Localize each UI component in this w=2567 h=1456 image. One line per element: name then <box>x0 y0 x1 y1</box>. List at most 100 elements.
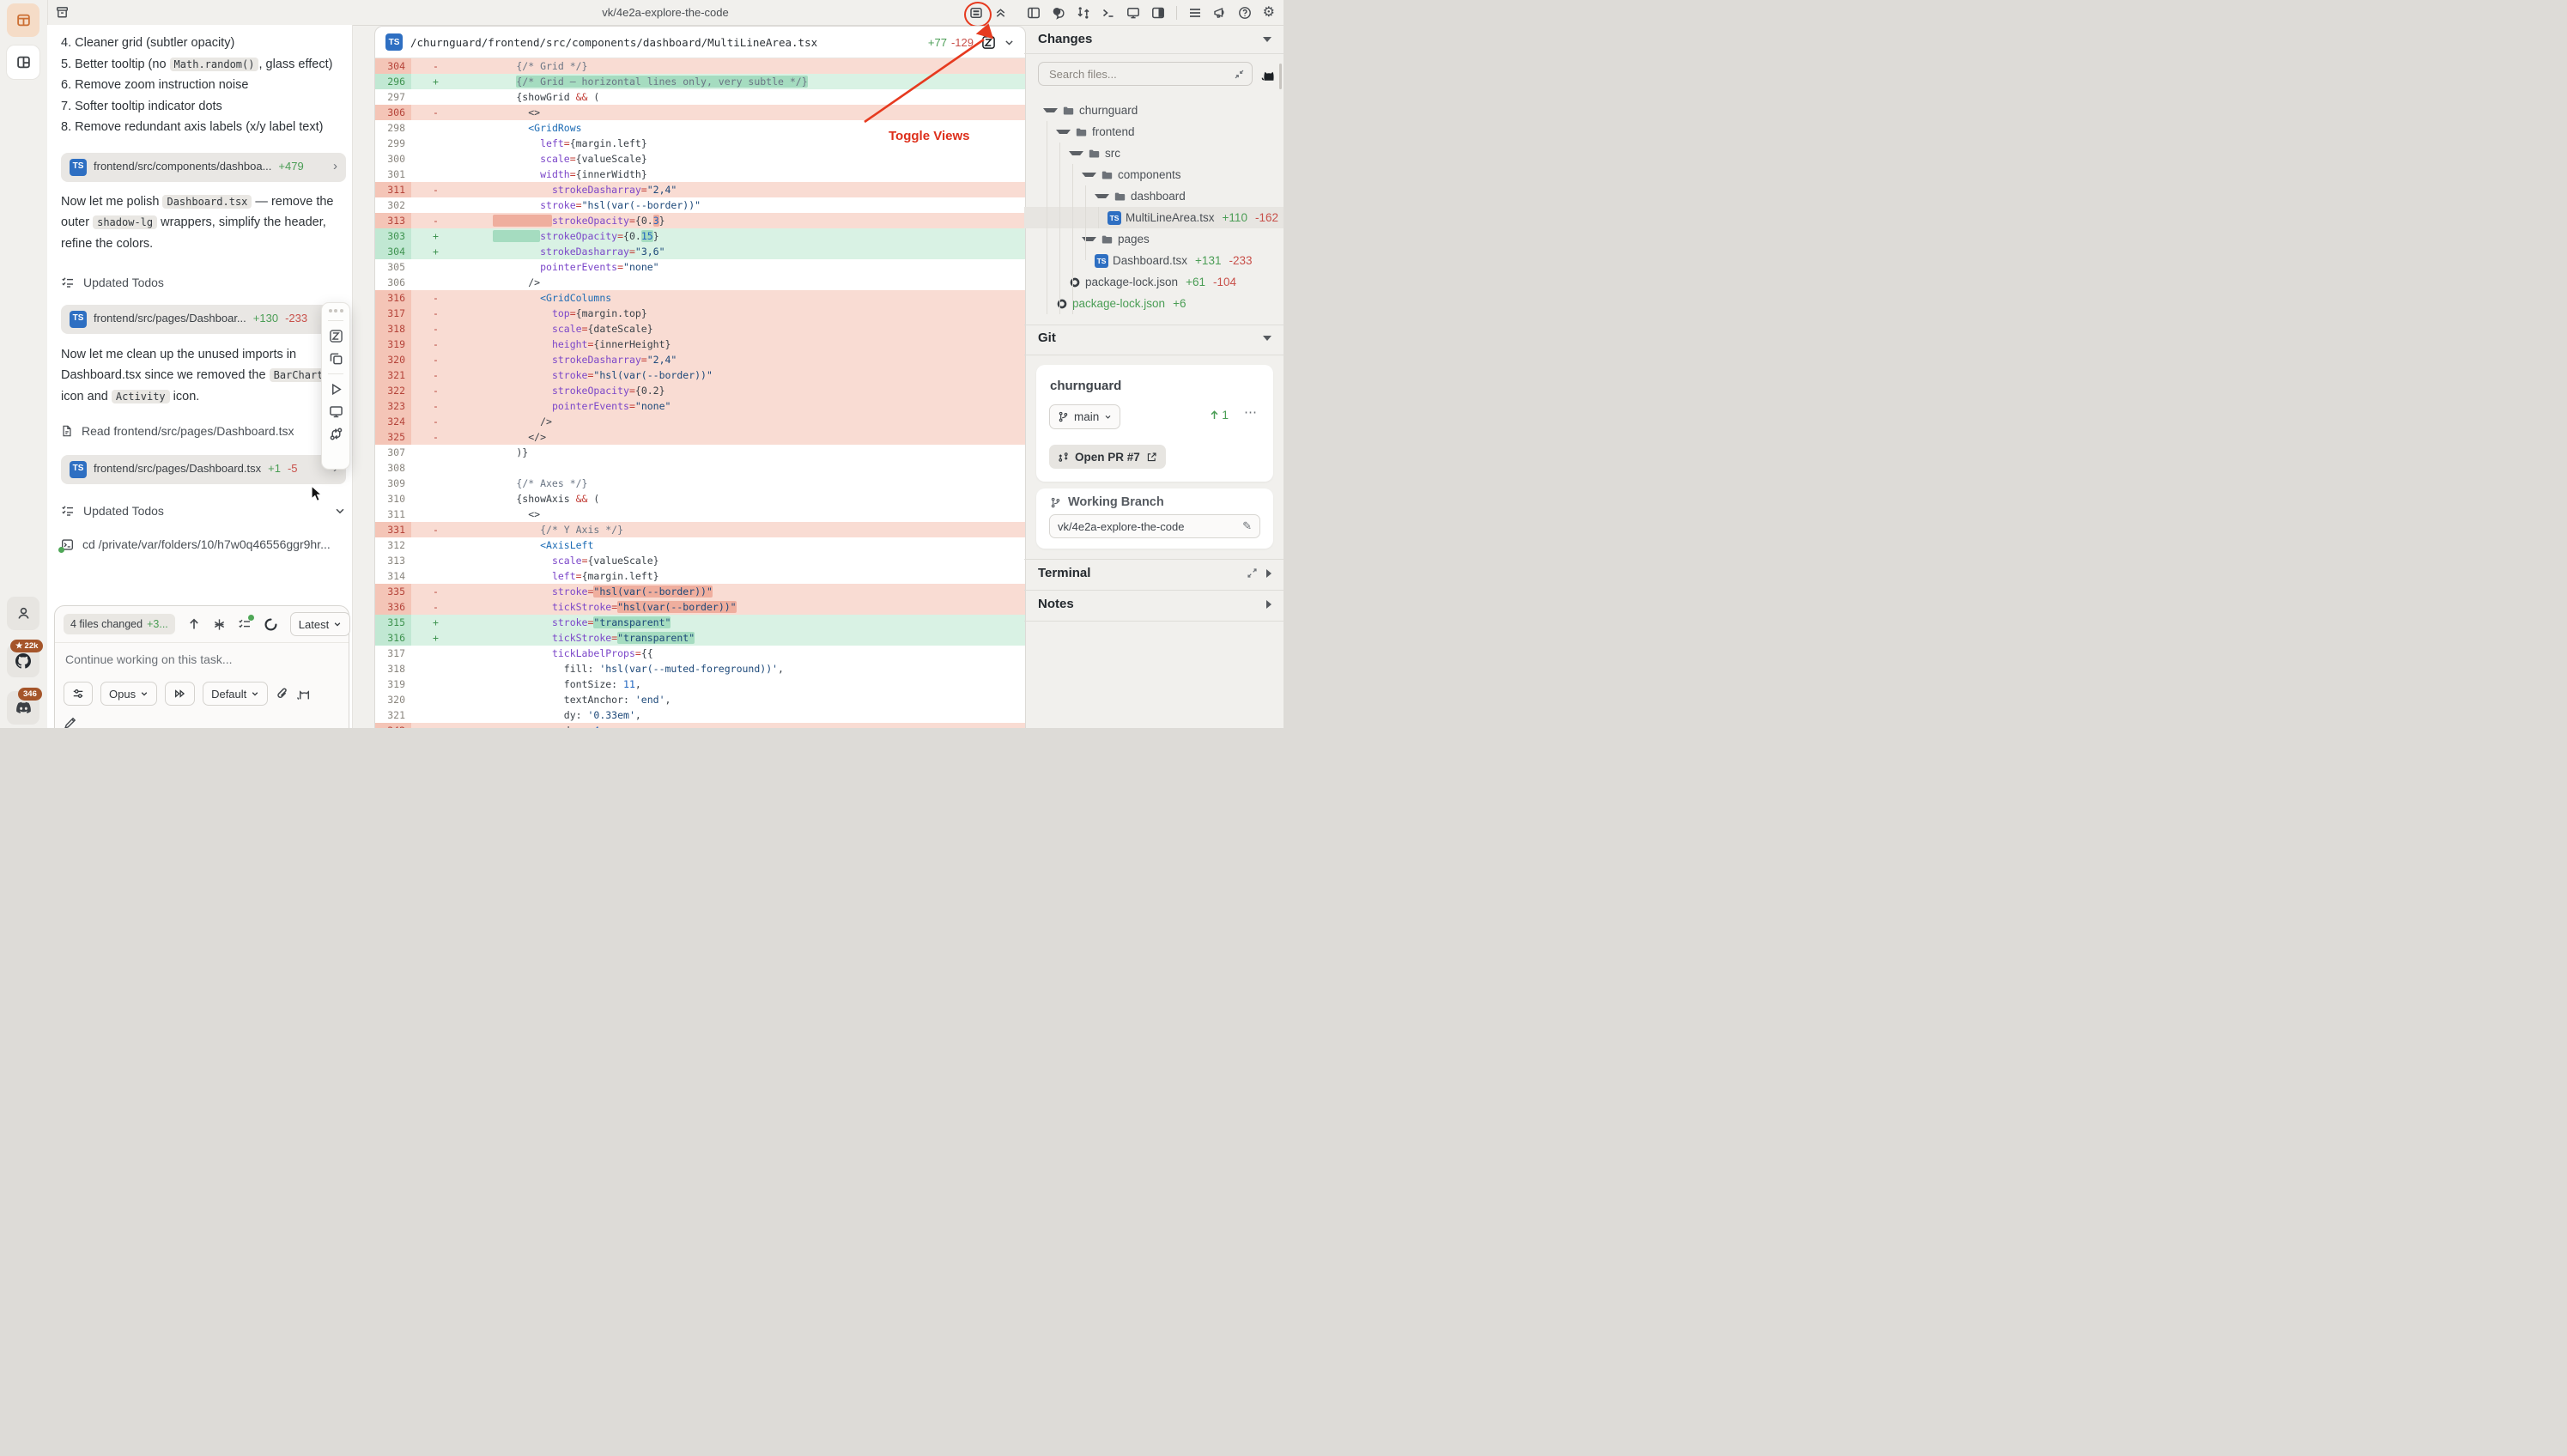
shrink-icon[interactable] <box>1234 69 1245 80</box>
diff-line[interactable]: 306- <> <box>375 105 1025 120</box>
diff-line[interactable]: 312 <AxisLeft <box>375 537 1025 553</box>
tree-folder-pages[interactable]: pages <box>1024 228 1284 250</box>
expand-triangle-icon[interactable] <box>1266 600 1271 609</box>
tree-folder-src[interactable]: src <box>1024 143 1284 164</box>
changes-header[interactable]: Changes <box>1038 32 1271 46</box>
settings-sliders-button[interactable] <box>64 682 93 706</box>
file-edit-chip[interactable]: TS frontend/src/pages/Dashboard.tsx +1 -… <box>61 455 346 484</box>
diff-line[interactable]: 311- strokeDasharray="2,4" <box>375 182 1025 197</box>
panel-layout-button[interactable] <box>7 3 39 37</box>
more-menu-icon[interactable]: ⋯ <box>1244 404 1258 420</box>
megaphone-icon[interactable] <box>1213 6 1227 20</box>
diff-line[interactable]: 319 fontSize: 11, <box>375 676 1025 692</box>
diff-line[interactable]: 310 {showAxis && ( <box>375 491 1025 507</box>
expand-arrow-icon[interactable] <box>1069 151 1083 155</box>
diff-line[interactable]: 323- pointerEvents="none" <box>375 398 1025 414</box>
diff-line[interactable]: 314 left={margin.left} <box>375 568 1025 584</box>
diff-line[interactable]: 316+ tickStroke="transparent" <box>375 630 1025 646</box>
attach-paperclip-icon[interactable] <box>276 687 289 701</box>
settings-gear-icon[interactable]: ⚙ <box>1263 6 1275 20</box>
diff-line[interactable]: 307 )} <box>375 445 1025 460</box>
files-changed-chip[interactable]: 4 files changed +3... <box>64 614 175 634</box>
expand-arrow-icon[interactable] <box>1056 130 1071 134</box>
help-icon[interactable] <box>1238 6 1252 20</box>
tree-folder-dashboard[interactable]: dashboard <box>1024 185 1284 207</box>
tree-folder-components[interactable]: components <box>1024 164 1284 185</box>
diff-line[interactable]: 297 {showGrid && ( <box>375 89 1025 105</box>
terminal-icon[interactable] <box>1101 6 1115 20</box>
search-input[interactable] <box>1047 67 1214 82</box>
diff-line[interactable]: 321 dy: '0.33em', <box>375 707 1025 723</box>
branch-dropdown[interactable]: main <box>1049 404 1120 429</box>
expand-arrow-icon[interactable] <box>1082 173 1096 177</box>
monitor-icon[interactable] <box>1126 6 1140 20</box>
diff-line[interactable]: 306 /> <box>375 275 1025 290</box>
expand-arrow-icon[interactable] <box>1095 194 1109 198</box>
fast-forward-button[interactable] <box>165 682 195 706</box>
updated-todos-row[interactable]: Updated Todos <box>61 500 346 522</box>
expand-icon[interactable] <box>1247 567 1258 579</box>
diff-line[interactable]: 321- stroke="hsl(var(--border))" <box>375 367 1025 383</box>
toggle-views-icon[interactable] <box>969 6 983 20</box>
diff-line[interactable]: 342- dx: -4, <box>375 723 1025 728</box>
panel-right-filled-icon[interactable] <box>1151 6 1165 20</box>
diff-line[interactable]: 320- strokeDasharray="2,4" <box>375 352 1025 367</box>
diff-line[interactable]: 304- {/* Grid */} <box>375 58 1025 74</box>
monitor-icon[interactable] <box>329 404 343 419</box>
copy-icon[interactable] <box>329 351 343 366</box>
scrollbar-thumb[interactable] <box>1279 64 1282 89</box>
chat-bubbles-icon[interactable] <box>1052 6 1065 20</box>
diff-line[interactable]: 324- /> <box>375 414 1025 429</box>
menu-icon[interactable] <box>1188 6 1202 20</box>
zed-logo-icon[interactable] <box>329 329 343 343</box>
tree-file-MultiLineArea.tsx[interactable]: TSMultiLineArea.tsx+110-162 <box>1024 207 1284 228</box>
play-icon[interactable] <box>329 382 343 397</box>
expand-arrow-icon[interactable] <box>1043 108 1058 112</box>
account-button[interactable] <box>7 597 39 630</box>
diff-line[interactable]: 318- scale={dateScale} <box>375 321 1025 337</box>
updated-todos-row[interactable]: Updated Todos <box>61 272 346 294</box>
collapse-all-icon[interactable] <box>994 6 1007 19</box>
diff-line[interactable]: 313 scale={valueScale} <box>375 553 1025 568</box>
archive-box-icon[interactable] <box>56 6 69 19</box>
diff-line[interactable]: 296+ {/* Grid — horizontal lines only, v… <box>375 74 1025 89</box>
open-pr-button[interactable]: Open PR #7 <box>1049 445 1166 469</box>
collapse-triangle-icon[interactable] <box>1263 336 1271 341</box>
git-compare-icon[interactable] <box>329 427 343 441</box>
kanban-board-button[interactable] <box>7 46 39 79</box>
message-input[interactable] <box>64 652 337 667</box>
pencil-icon[interactable]: ✎ <box>1242 519 1252 533</box>
diff-line[interactable]: 309 {/* Axes */} <box>375 476 1025 491</box>
diff-line[interactable]: 315+ stroke="transparent" <box>375 615 1025 630</box>
diff-line[interactable]: 335- stroke="hsl(var(--border))" <box>375 584 1025 599</box>
diff-line[interactable]: 302 stroke="hsl(var(--border))" <box>375 197 1025 213</box>
version-dropdown[interactable]: Latest <box>290 612 350 636</box>
diff-rows[interactable]: 304- {/* Grid */}296+ {/* Grid — horizon… <box>375 58 1025 728</box>
pen-icon[interactable] <box>64 716 77 728</box>
diff-line[interactable]: 317 tickLabelProps={{ <box>375 646 1025 661</box>
terminal-section-header[interactable]: Terminal <box>1038 566 1271 580</box>
file-edit-chip[interactable]: TS frontend/src/components/dashboa... +4… <box>61 153 346 182</box>
zed-logo-icon[interactable] <box>981 35 996 50</box>
diff-line[interactable]: 316- <GridColumns <box>375 290 1025 306</box>
diff-line[interactable]: 320 textAnchor: 'end', <box>375 692 1025 707</box>
diff-line[interactable]: 305 pointerEvents="none" <box>375 259 1025 275</box>
diff-line[interactable]: 304+ strokeDasharray="3,6" <box>375 244 1025 259</box>
diff-line[interactable]: 300 scale={valueScale} <box>375 151 1025 167</box>
model-dropdown[interactable]: Opus <box>100 682 157 706</box>
tree-file-Dashboard.tsx[interactable]: TSDashboard.tsx+131-233 <box>1024 250 1284 271</box>
diff-line[interactable]: 301 width={innerWidth} <box>375 167 1025 182</box>
diff-line[interactable]: 313- strokeOpacity={0.3} <box>375 213 1025 228</box>
git-diff-icon[interactable] <box>1077 6 1090 20</box>
tree-folder-churnguard[interactable]: churnguard <box>1024 100 1284 121</box>
drag-handle-icon[interactable] <box>329 309 343 312</box>
diff-line[interactable]: 308 <box>375 460 1025 476</box>
working-branch-input[interactable]: vk/4e2a-explore-the-code ✎ <box>1049 514 1260 538</box>
panel-left-icon[interactable] <box>1027 6 1041 20</box>
diff-line[interactable]: 325- </> <box>375 429 1025 445</box>
tree-file-package-lock.json[interactable]: package-lock.json+61-104 <box>1024 271 1284 293</box>
diff-line[interactable]: 317- top={margin.top} <box>375 306 1025 321</box>
diff-line[interactable]: 303+ strokeOpacity={0.15} <box>375 228 1025 244</box>
spark-icon[interactable] <box>213 618 226 631</box>
chevron-down-icon[interactable] <box>334 505 346 517</box>
